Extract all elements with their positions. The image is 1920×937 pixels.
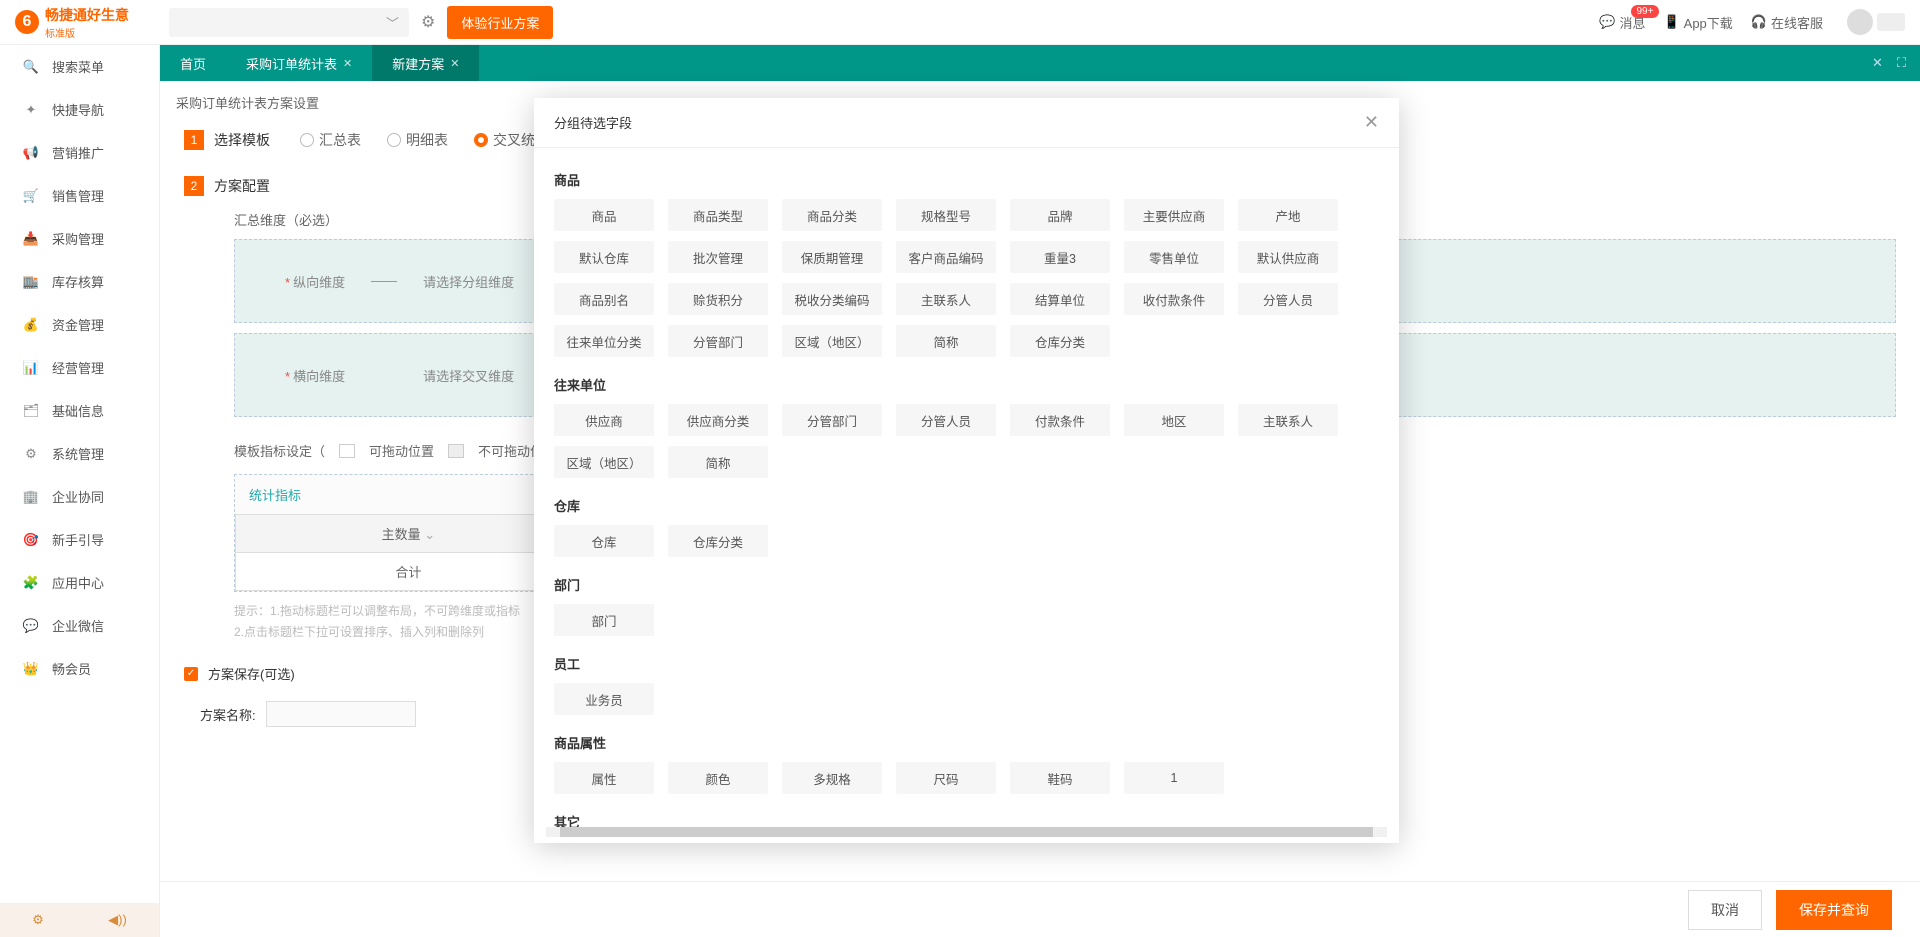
field-item[interactable]: 主要供应商 [1124, 199, 1224, 231]
field-item[interactable]: 规格型号 [896, 199, 996, 231]
field-group-4: 员工业务员 [554, 646, 1379, 715]
field-item[interactable]: 分管人员 [896, 404, 996, 436]
field-item[interactable]: 赊货积分 [668, 283, 768, 315]
field-item[interactable]: 简称 [668, 446, 768, 478]
modal-body[interactable]: 商品商品商品类型商品分类规格型号品牌主要供应商产地默认仓库批次管理保质期管理客户… [534, 148, 1399, 827]
field-group-title: 仓库 [554, 488, 1379, 525]
field-group-title: 往来单位 [554, 367, 1379, 404]
field-group-title: 部门 [554, 567, 1379, 604]
field-item[interactable]: 默认供应商 [1238, 241, 1338, 273]
field-group-title: 员工 [554, 646, 1379, 683]
field-item[interactable]: 商品别名 [554, 283, 654, 315]
field-item[interactable]: 地区 [1124, 404, 1224, 436]
field-item[interactable]: 1 [1124, 762, 1224, 794]
field-group-1: 往来单位供应商供应商分类分管部门分管人员付款条件地区主联系人区域（地区） 简称 [554, 367, 1379, 478]
modal-title: 分组待选字段 [554, 113, 632, 132]
field-item[interactable]: 商品分类 [782, 199, 882, 231]
field-group-title: 其它 [554, 804, 1379, 827]
field-item[interactable]: 简称 [896, 325, 996, 357]
field-item[interactable]: 仓库 [554, 525, 654, 557]
field-item[interactable]: 业务员 [554, 683, 654, 715]
field-item[interactable]: 仓库分类 [668, 525, 768, 557]
field-picker-modal: 分组待选字段 ✕ 商品商品商品类型商品分类规格型号品牌主要供应商产地默认仓库批次… [534, 98, 1399, 843]
field-item[interactable]: 税收分类编码 [782, 283, 882, 315]
field-item[interactable]: 分管部门 [782, 404, 882, 436]
field-group-0: 商品商品商品类型商品分类规格型号品牌主要供应商产地默认仓库批次管理保质期管理客户… [554, 162, 1379, 357]
field-group-title: 商品属性 [554, 725, 1379, 762]
field-group-5: 商品属性属性颜色多规格尺码鞋码 1 [554, 725, 1379, 794]
field-item[interactable]: 分管人员 [1238, 283, 1338, 315]
field-item[interactable]: 默认仓库 [554, 241, 654, 273]
close-icon[interactable]: ✕ [1364, 112, 1379, 133]
field-item[interactable]: 供应商分类 [668, 404, 768, 436]
field-group-6: 其它 [554, 804, 1379, 827]
field-item[interactable]: 产地 [1238, 199, 1338, 231]
field-item[interactable]: 仓库分类 [1010, 325, 1110, 357]
field-item[interactable]: 多规格 [782, 762, 882, 794]
field-group-title: 商品 [554, 162, 1379, 199]
field-item[interactable]: 零售单位 [1124, 241, 1224, 273]
field-item[interactable]: 鞋码 [1010, 762, 1110, 794]
field-item[interactable]: 主联系人 [896, 283, 996, 315]
field-item[interactable]: 部门 [554, 604, 654, 636]
field-item[interactable]: 付款条件 [1010, 404, 1110, 436]
field-item[interactable]: 批次管理 [668, 241, 768, 273]
field-item[interactable]: 供应商 [554, 404, 654, 436]
field-item[interactable]: 商品类型 [668, 199, 768, 231]
field-item[interactable]: 属性 [554, 762, 654, 794]
field-item[interactable]: 区域（地区） [554, 446, 654, 478]
field-item[interactable]: 品牌 [1010, 199, 1110, 231]
field-group-3: 部门部门 [554, 567, 1379, 636]
field-item[interactable]: 结算单位 [1010, 283, 1110, 315]
field-item[interactable]: 收付款条件 [1124, 283, 1224, 315]
field-item[interactable]: 区域（地区） [782, 325, 882, 357]
field-item[interactable]: 尺码 [896, 762, 996, 794]
field-item[interactable]: 客户商品编码 [896, 241, 996, 273]
field-item[interactable]: 保质期管理 [782, 241, 882, 273]
field-item[interactable]: 商品 [554, 199, 654, 231]
field-group-2: 仓库仓库仓库分类 [554, 488, 1379, 557]
field-item[interactable]: 分管部门 [668, 325, 768, 357]
field-item[interactable]: 主联系人 [1238, 404, 1338, 436]
horizontal-scrollbar[interactable] [546, 827, 1387, 837]
field-item[interactable]: 往来单位分类 [554, 325, 654, 357]
field-item[interactable]: 重量3 [1010, 241, 1110, 273]
modal-header: 分组待选字段 ✕ [534, 98, 1399, 148]
field-item[interactable]: 颜色 [668, 762, 768, 794]
